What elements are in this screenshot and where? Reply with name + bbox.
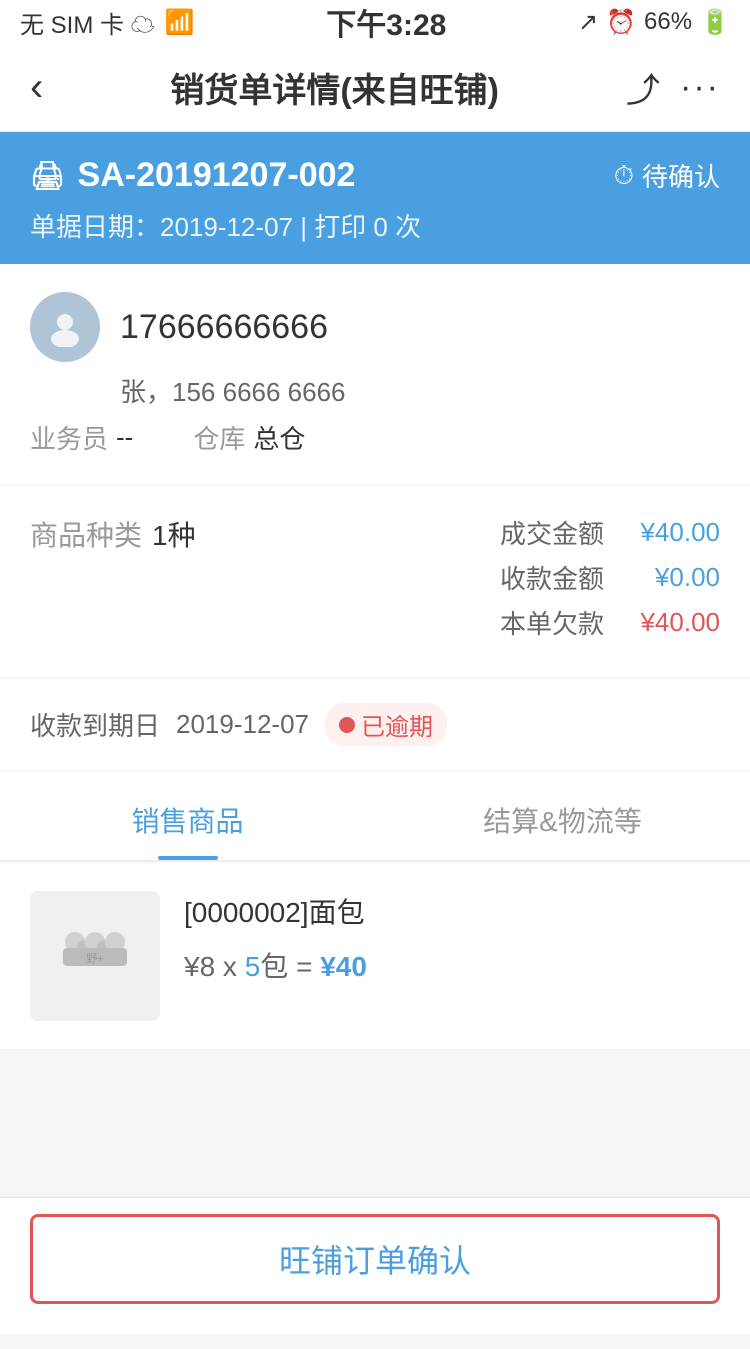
product-price: ¥8 x 5包 = ¥40 [184,945,720,985]
more-icon[interactable]: ··· [680,68,720,107]
product-types-label: 商品种类 [30,514,142,554]
order-date: 单据日期：2019-12-07 | 打印 0 次 [30,207,720,244]
summary-right: 成交金额 ¥40.00 收款金额 ¥0.00 本单欠款 ¥40.00 [500,514,720,649]
product-info: [0000002]面包 ¥8 x 5包 = ¥40 [184,891,720,985]
warehouse-label: 仓库 [193,419,245,456]
page-title: 销货单详情(来自旺铺) [170,63,499,112]
back-button[interactable]: ‹ [30,65,43,110]
summary-left: 商品种类 1种 [30,514,196,558]
warehouse-value: 总仓 [253,419,305,456]
clock-icon: ⏱ [614,160,634,192]
salesperson-value: -- [116,422,133,453]
customer-phone: 17666666666 [120,308,328,347]
product-qty: 5 [245,951,261,982]
product-image: 野+ [30,891,160,1021]
received-amount-label: 收款金额 [500,559,604,596]
due-section: 收款到期日 2019-12-07 已逾期 [0,679,750,770]
product-types-value: 1种 [152,514,196,554]
deal-amount-value: ¥40.00 [620,517,720,548]
order-id: 🖨 SA-20191207-002 [30,156,355,195]
owed-amount-label: 本单欠款 [500,604,604,641]
tab-sales-product[interactable]: 销售商品 [0,772,375,860]
order-header: 🖨 SA-20191207-002 ⏱ 待确认 单据日期：2019-12-07 … [0,132,750,264]
avatar [30,292,100,362]
nav-bar: ‹ 销货单详情(来自旺铺) ⤴ ··· [0,44,750,132]
customer-name: 张，156 6666 6666 [30,372,720,409]
wifi-icon: 📶 [165,8,195,37]
product-section: 野+ [0000002]面包 ¥8 x 5包 = ¥40 [0,863,750,1049]
salesperson-label: 业务员 [30,419,108,456]
price-base: ¥8 x [184,951,245,982]
price-equals: = [288,951,320,982]
location-icon: ↗ [578,8,598,37]
order-status: ⏱ 待确认 [614,157,720,194]
tab-section: 销售商品 结算&物流等 [0,772,750,861]
overdue-text: 已逾期 [361,707,433,742]
status-bar: 无 SIM 卡 ☁ 📶 下午3:28 ↗ ⏰ 66% 🔋 [0,0,750,44]
product-name: [0000002]面包 [184,891,720,931]
bottom-bar: 旺铺订单确认 [0,1197,750,1334]
tab-settlement[interactable]: 结算&物流等 [375,772,750,860]
tab-bar: 销售商品 结算&物流等 [0,772,750,861]
customer-meta: 业务员 -- 仓库 总仓 [30,419,720,456]
alarm-icon: ⏰ [606,8,636,37]
nav-right-actions: ⤴ ··· [626,63,720,112]
status-right: ↗ ⏰ 66% 🔋 [578,8,730,37]
share-icon[interactable]: ⤴ [626,63,660,112]
summary-section: 商品种类 1种 成交金额 ¥40.00 收款金额 ¥0.00 本单欠款 ¥40.… [0,486,750,677]
status-left: 无 SIM 卡 ☁ 📶 [20,5,195,40]
deal-amount-label: 成交金额 [500,514,604,551]
customer-section: 17666666666 张，156 6666 6666 业务员 -- 仓库 总仓 [0,264,750,484]
product-unit: 包 [260,951,288,982]
battery-text: 66% [644,8,692,36]
due-date-label: 收款到期日 [30,706,160,743]
order-type-icon: 🖨 [30,159,66,192]
received-amount-value: ¥0.00 [620,562,720,593]
status-time: 下午3:28 [326,0,446,44]
overdue-dot-icon [339,717,355,733]
battery-icon: 🔋 [700,8,730,37]
no-sim-text: 无 SIM 卡 ☁ [20,5,155,40]
owed-amount-value: ¥40.00 [620,607,720,638]
overdue-badge: 已逾期 [325,703,447,746]
product-total: ¥40 [320,951,367,982]
due-date-value: 2019-12-07 [176,709,309,740]
confirm-order-button[interactable]: 旺铺订单确认 [30,1214,720,1304]
svg-text:野+: 野+ [86,952,103,965]
product-placeholder-icon: 野+ [55,920,135,992]
